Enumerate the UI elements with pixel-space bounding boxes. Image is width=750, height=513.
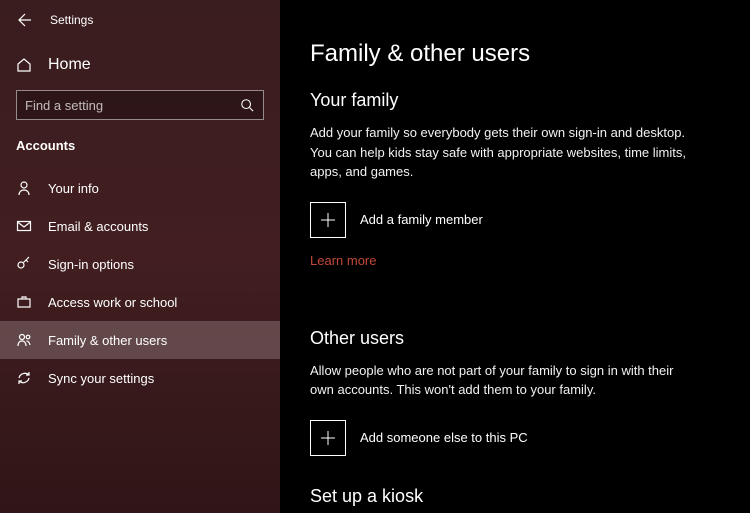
sidebar-home[interactable]: Home bbox=[0, 46, 280, 84]
nav-item-label: Your info bbox=[48, 181, 99, 196]
section-title-other-users: Other users bbox=[310, 328, 720, 349]
nav-item-label: Sync your settings bbox=[48, 371, 154, 386]
nav-item-access-work-school[interactable]: Access work or school bbox=[0, 283, 280, 321]
key-icon bbox=[16, 256, 32, 272]
nav-list: Your info Email & accounts Sign-in optio… bbox=[0, 169, 280, 397]
add-family-member-button[interactable]: Add a family member bbox=[310, 202, 720, 238]
family-icon bbox=[16, 332, 32, 348]
back-arrow-icon[interactable] bbox=[16, 12, 32, 28]
nav-item-family-other-users[interactable]: Family & other users bbox=[0, 321, 280, 359]
other-users-description: Allow people who are not part of your fa… bbox=[310, 361, 690, 400]
learn-more-link[interactable]: Learn more bbox=[310, 253, 376, 268]
sidebar: Settings Home Accounts Your bbox=[0, 0, 280, 513]
email-icon bbox=[16, 218, 32, 234]
nav-item-email-accounts[interactable]: Email & accounts bbox=[0, 207, 280, 245]
nav-item-label: Sign-in options bbox=[48, 257, 134, 272]
category-label: Accounts bbox=[0, 134, 280, 161]
nav-item-label: Email & accounts bbox=[48, 219, 148, 234]
sync-icon bbox=[16, 370, 32, 386]
nav-item-signin-options[interactable]: Sign-in options bbox=[0, 245, 280, 283]
briefcase-icon bbox=[16, 294, 32, 310]
nav-item-label: Family & other users bbox=[48, 333, 167, 348]
main-content: Family & other users Your family Add you… bbox=[280, 0, 750, 513]
search-input[interactable] bbox=[25, 98, 233, 113]
plus-icon bbox=[310, 202, 346, 238]
family-description: Add your family so everybody gets their … bbox=[310, 123, 690, 182]
window-title: Settings bbox=[50, 13, 93, 27]
add-someone-label: Add someone else to this PC bbox=[360, 430, 528, 445]
nav-item-your-info[interactable]: Your info bbox=[0, 169, 280, 207]
section-title-kiosk: Set up a kiosk bbox=[310, 486, 720, 507]
add-family-label: Add a family member bbox=[360, 212, 483, 227]
search-icon bbox=[239, 97, 255, 113]
plus-icon bbox=[310, 420, 346, 456]
sidebar-header: Settings bbox=[0, 12, 280, 40]
search-box[interactable] bbox=[16, 90, 264, 120]
nav-item-label: Access work or school bbox=[48, 295, 177, 310]
add-someone-else-button[interactable]: Add someone else to this PC bbox=[310, 420, 720, 456]
section-title-family: Your family bbox=[310, 90, 720, 111]
page-title: Family & other users bbox=[310, 40, 720, 68]
home-icon bbox=[16, 57, 32, 73]
nav-item-sync-settings[interactable]: Sync your settings bbox=[0, 359, 280, 397]
person-icon bbox=[16, 180, 32, 196]
home-label: Home bbox=[48, 56, 91, 74]
